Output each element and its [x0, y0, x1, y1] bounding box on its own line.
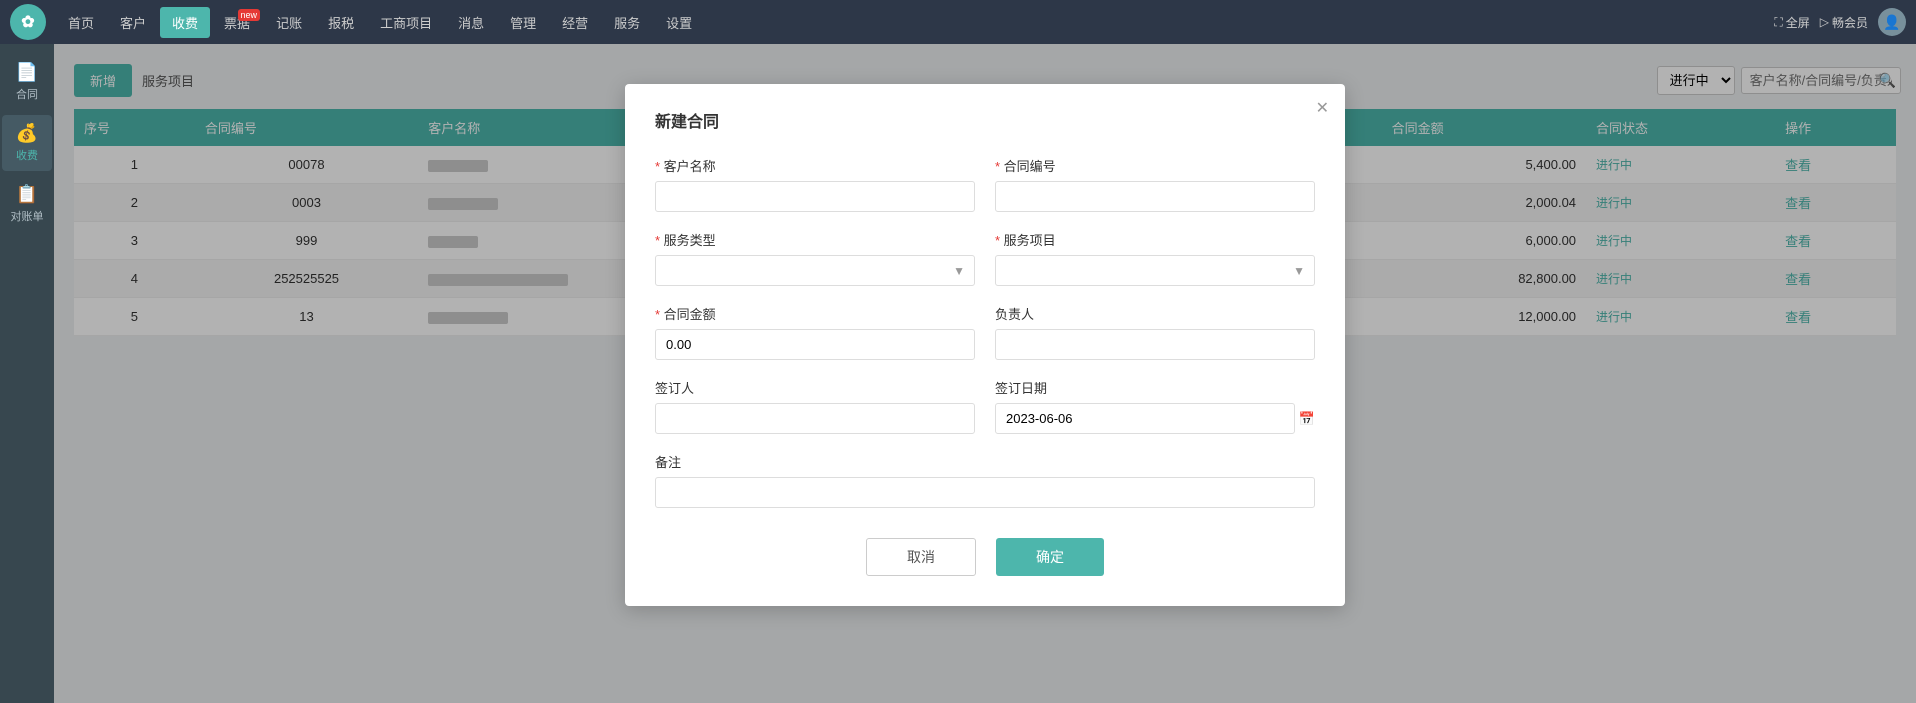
field-sign-date: 签订日期 📅	[995, 378, 1315, 434]
form-row-4: 签订人 签订日期 📅	[655, 378, 1315, 434]
nav-tax[interactable]: 报税	[316, 7, 366, 38]
contract-icon: 📄	[16, 62, 38, 83]
contract-no-label: 合同编号	[995, 156, 1315, 175]
customer-label: 客户名称	[655, 156, 975, 175]
nav-items: 首页 客户 收费 票据 new 记账 报税 工商项目 消息 管理 经营 服务 设…	[56, 7, 1774, 38]
service-type-label: 服务类型	[655, 230, 975, 249]
calendar-icon[interactable]: 📅	[1299, 411, 1315, 427]
nav-message[interactable]: 消息	[446, 7, 496, 38]
remark-label: 备注	[655, 452, 1315, 471]
signer-input[interactable]	[655, 403, 975, 434]
nav-billing[interactable]: 收费	[160, 7, 210, 38]
modal-close-button[interactable]: ✕	[1316, 98, 1329, 118]
field-responsible: 负责人	[995, 304, 1315, 360]
confirm-button[interactable]: 确定	[996, 538, 1104, 576]
nav-customer[interactable]: 客户	[108, 7, 158, 38]
nav-settings[interactable]: 设置	[654, 7, 704, 38]
member-icon: ▷	[1820, 15, 1829, 29]
nav-business[interactable]: 工商项目	[368, 7, 444, 38]
signer-label: 签订人	[655, 378, 975, 397]
date-input-wrap: 📅	[995, 403, 1315, 434]
nav-manage[interactable]: 管理	[498, 7, 548, 38]
member-button[interactable]: ▷ 畅会员	[1820, 14, 1868, 31]
nav-operation[interactable]: 经营	[550, 7, 600, 38]
billing-icon: 💰	[16, 123, 38, 144]
content-area: 新增 服务项目 进行中 已完成 已取消 🔍 序号 合同编号 客户名称 服务项目	[54, 44, 1916, 703]
field-amount: 合同金额	[655, 304, 975, 360]
main-area: 📄 合同 💰 收费 📋 对账单 新增 服务项目 进行中 已完成 已取消 �	[0, 44, 1916, 703]
form-row-2: 服务类型 ▼ 服务项目	[655, 230, 1315, 286]
nav-invoice[interactable]: 票据 new	[212, 7, 262, 38]
sign-date-input[interactable]	[995, 403, 1295, 434]
nav-bookkeeping[interactable]: 记账	[264, 7, 314, 38]
new-badge: new	[238, 9, 261, 21]
form-row-5: 备注	[655, 452, 1315, 508]
sidebar: 📄 合同 💰 收费 📋 对账单	[0, 44, 54, 703]
service-item-label: 服务项目	[995, 230, 1315, 249]
field-service-type: 服务类型 ▼	[655, 230, 975, 286]
field-service-item: 服务项目 ▼	[995, 230, 1315, 286]
fullscreen-button[interactable]: ⛶ 全屏	[1774, 14, 1809, 31]
new-contract-modal: 新建合同 ✕ 客户名称 合同编号 服务类型	[625, 84, 1345, 606]
app-logo: ✿	[10, 4, 46, 40]
responsible-label: 负责人	[995, 304, 1315, 323]
service-item-select[interactable]	[995, 255, 1315, 286]
form-row-3: 合同金额 负责人	[655, 304, 1315, 360]
amount-input[interactable]	[655, 329, 975, 360]
remark-input[interactable]	[655, 477, 1315, 508]
fullscreen-icon: ⛶	[1774, 15, 1782, 30]
amount-label: 合同金额	[655, 304, 975, 323]
contract-no-input[interactable]	[995, 181, 1315, 212]
sign-date-label: 签订日期	[995, 378, 1315, 397]
sidebar-item-contract[interactable]: 📄 合同	[2, 54, 52, 110]
modal-overlay: 新建合同 ✕ 客户名称 合同编号 服务类型	[54, 44, 1916, 703]
cancel-button[interactable]: 取消	[866, 538, 976, 576]
responsible-input[interactable]	[995, 329, 1315, 360]
service-type-select[interactable]	[655, 255, 975, 286]
field-contract-no: 合同编号	[995, 156, 1315, 212]
service-item-select-wrap: ▼	[995, 255, 1315, 286]
modal-footer: 取消 确定	[655, 538, 1315, 576]
field-remark: 备注	[655, 452, 1315, 508]
modal-title: 新建合同	[655, 108, 1315, 132]
sidebar-item-billing[interactable]: 💰 收费	[2, 115, 52, 171]
customer-input[interactable]	[655, 181, 975, 212]
avatar[interactable]: 👤	[1878, 8, 1906, 36]
form-row-1: 客户名称 合同编号	[655, 156, 1315, 212]
right-actions: ⛶ 全屏 ▷ 畅会员 👤	[1774, 8, 1906, 36]
field-customer: 客户名称	[655, 156, 975, 212]
service-type-select-wrap: ▼	[655, 255, 975, 286]
top-navigation: ✿ 首页 客户 收费 票据 new 记账 报税 工商项目 消息 管理 经营 服务…	[0, 0, 1916, 44]
nav-service[interactable]: 服务	[602, 7, 652, 38]
sidebar-item-statement[interactable]: 📋 对账单	[2, 176, 52, 232]
field-signer: 签订人	[655, 378, 975, 434]
nav-home[interactable]: 首页	[56, 7, 106, 38]
statement-icon: 📋	[16, 184, 38, 205]
